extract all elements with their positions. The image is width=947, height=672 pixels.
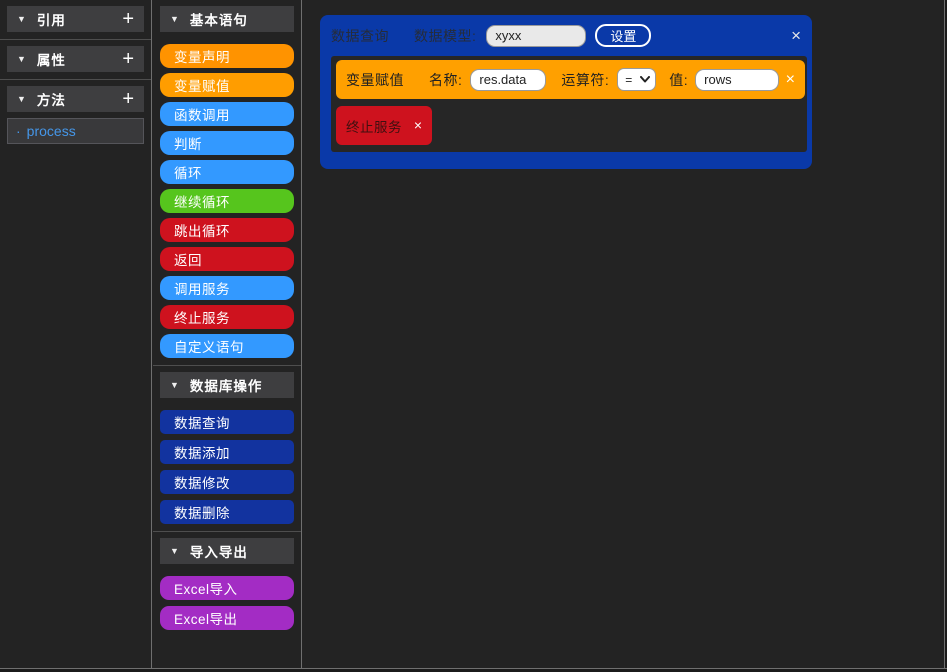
section-header-methods[interactable]: ▼ 方法 + [7,86,144,112]
operator-select[interactable]: = [617,68,657,91]
close-icon[interactable]: × [791,27,801,44]
statement-palette: ▼ 基本语句 变量声明 变量赋值 函数调用 判断 循环 继续循环 跳出循环 返回… [153,0,302,668]
app-window: ▼ 引用 + ▼ 属性 + ▼ 方法 + · process ▼ 基本语句 变量… [0,0,947,672]
add-property-button[interactable]: + [122,49,134,69]
name-input[interactable] [470,68,547,91]
collapse-triangle-icon[interactable]: ▼ [17,54,26,64]
import-export-list: Excel导入 Excel导出 [160,576,294,630]
stop-service-row[interactable]: 终止服务 × [336,106,432,145]
data-model-label: 数据模型: [414,27,477,44]
add-method-button[interactable]: + [122,89,134,109]
section-label: 属性 [36,53,66,68]
excel-export-button[interactable]: Excel导出 [160,606,294,630]
db-add-button[interactable]: 数据添加 [160,440,294,464]
operator-label: 运算符: [561,71,610,88]
close-icon[interactable]: × [786,71,795,88]
method-item-label: process [26,123,76,139]
stmt-call-service-button[interactable]: 调用服务 [160,276,294,300]
method-item-process[interactable]: · process [7,118,144,144]
collapse-triangle-icon[interactable]: ▼ [170,546,179,556]
section-header-database-ops[interactable]: ▼ 数据库操作 [160,372,294,398]
query-block-header: 数据查询 数据模型: 设置 × [320,15,812,56]
section-label: 方法 [36,93,66,108]
section-header-import-export[interactable]: ▼ 导入导出 [160,538,294,564]
section-label: 数据库操作 [189,379,263,394]
bottom-edge-divider [0,668,947,672]
value-input[interactable] [695,68,780,91]
palette-section-basic: ▼ 基本语句 变量声明 变量赋值 函数调用 判断 循环 继续循环 跳出循环 返回… [153,0,301,365]
palette-section-database: ▼ 数据库操作 数据查询 数据添加 数据修改 数据删除 [153,365,301,531]
section-label: 导入导出 [189,545,248,560]
section-header-references[interactable]: ▼ 引用 + [7,6,144,32]
query-block-body: 变量赋值 名称: 运算符: = 值: × 终止服务 [331,56,807,152]
add-reference-button[interactable]: + [122,9,134,29]
stmt-var-assign-button[interactable]: 变量赋值 [160,73,294,97]
database-statement-list: 数据查询 数据添加 数据修改 数据删除 [160,410,294,524]
name-label: 名称: [429,71,463,88]
settings-button[interactable]: 设置 [595,24,652,47]
bullet-icon: · [16,123,21,139]
collapse-triangle-icon[interactable]: ▼ [17,14,26,24]
collapse-triangle-icon[interactable]: ▼ [17,94,26,104]
section-header-basic-statements[interactable]: ▼ 基本语句 [160,6,294,32]
section-label: 基本语句 [189,13,248,28]
db-query-button[interactable]: 数据查询 [160,410,294,434]
stmt-stop-service-button[interactable]: 终止服务 [160,305,294,329]
collapse-triangle-icon[interactable]: ▼ [170,14,179,24]
excel-import-button[interactable]: Excel导入 [160,576,294,600]
query-block-title: 数据查询 [331,27,389,44]
data-model-input[interactable] [486,24,587,47]
basic-statement-list: 变量声明 变量赋值 函数调用 判断 循环 继续循环 跳出循环 返回 调用服务 终… [160,44,294,358]
var-assign-title: 变量赋值 [346,71,404,88]
explorer-section-properties: ▼ 属性 + [0,39,151,79]
data-query-block[interactable]: 数据查询 数据模型: 设置 × 变量赋值 名称: 运算符: = [320,15,812,169]
close-icon[interactable]: × [414,117,422,134]
collapse-triangle-icon[interactable]: ▼ [170,380,179,390]
chevron-down-icon [640,76,651,83]
operator-value: = [625,72,633,87]
stmt-if-button[interactable]: 判断 [160,131,294,155]
db-update-button[interactable]: 数据修改 [160,470,294,494]
section-header-properties[interactable]: ▼ 属性 + [7,46,144,72]
flow-canvas[interactable]: 数据查询 数据模型: 设置 × 变量赋值 名称: 运算符: = [303,0,944,668]
stmt-var-declare-button[interactable]: 变量声明 [160,44,294,68]
value-label: 值: [669,71,689,88]
stmt-loop-button[interactable]: 循环 [160,160,294,184]
db-delete-button[interactable]: 数据删除 [160,500,294,524]
stmt-continue-button[interactable]: 继续循环 [160,189,294,213]
stmt-custom-button[interactable]: 自定义语句 [160,334,294,358]
stop-service-label: 终止服务 [346,119,402,135]
stmt-func-call-button[interactable]: 函数调用 [160,102,294,126]
explorer-section-references: ▼ 引用 + [0,0,151,39]
stmt-return-button[interactable]: 返回 [160,247,294,271]
stmt-break-button[interactable]: 跳出循环 [160,218,294,242]
explorer-panel: ▼ 引用 + ▼ 属性 + ▼ 方法 + · process [0,0,152,668]
palette-section-import-export: ▼ 导入导出 Excel导入 Excel导出 [153,531,301,637]
explorer-section-methods: ▼ 方法 + · process [0,79,151,151]
section-label: 引用 [36,13,66,28]
var-assign-row[interactable]: 变量赋值 名称: 运算符: = 值: × [336,60,805,99]
